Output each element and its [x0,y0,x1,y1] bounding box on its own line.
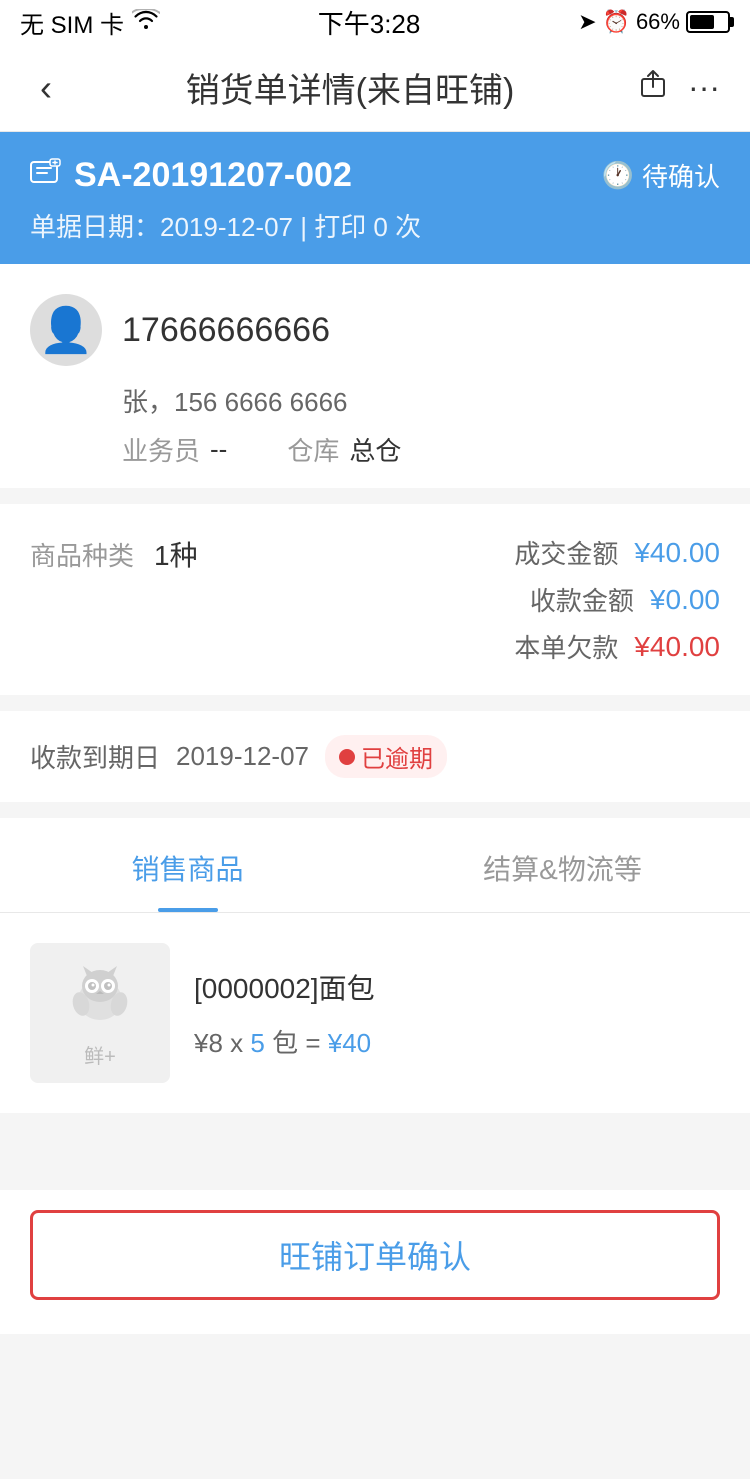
confirm-order-button[interactable]: 旺铺订单确认 [30,1210,720,1300]
share-button[interactable] [638,69,668,107]
nav-bar: ‹ 销货单详情(来自旺铺) ··· [0,44,750,132]
product-price: ¥8 x 5 包 = ¥40 [194,1023,720,1060]
order-banner: SA-20191207-002 🕐 待确认 单据日期：2019-12-07 | … [0,132,750,264]
product-info: [0000002]面包 ¥8 x 5 包 = ¥40 [194,967,720,1060]
tabs: 销售商品 结算&物流等 [0,818,750,913]
status-time: 下午3:28 [318,4,421,41]
product-item: 鲜+ [0000002]面包 ¥8 x 5 包 = ¥40 [0,913,750,1113]
salesman-value: -- [210,434,227,465]
due-date-label: 收款到期日 [30,738,160,775]
arrears-value: ¥40.00 [634,631,720,663]
product-unit: 包 [272,1028,298,1058]
warehouse-value: 总仓 [349,431,401,468]
amount-row: 成交金额 ¥40.00 [514,534,720,571]
amount-value: ¥40.00 [634,537,720,569]
product-type-value: 1种 [154,534,198,574]
warehouse-label: 仓库 [287,431,339,468]
battery-icon [686,11,730,33]
status-clock-icon: 🕐 [602,160,634,191]
status-left: 无 SIM 卡 [20,5,160,40]
amount-label: 成交金额 [514,534,618,571]
customer-section: 👤 17666666666 张，156 6666 6666 业务员 -- 仓库 … [0,264,750,488]
overdue-dot-icon [339,749,355,765]
product-total: ¥40 [328,1028,371,1058]
alarm-icon: ⏰ [603,9,630,35]
order-id: SA-20191207-002 [30,156,352,195]
product-image: 鲜+ [30,943,170,1083]
product-name: [0000002]面包 [194,967,720,1007]
page-title: 销货单详情(来自旺铺) [186,63,515,112]
product-quantity: 5 [250,1028,264,1058]
tab-settlement[interactable]: 结算&物流等 [375,818,750,912]
arrears-label: 本单欠款 [514,628,618,665]
more-button[interactable]: ··· [688,69,720,106]
overdue-badge: 已逾期 [325,735,447,778]
order-summary: 商品种类 1种 成交金额 ¥40.00 收款金额 ¥0.00 本单欠款 ¥40.… [0,504,750,695]
customer-name: 张，156 6666 6666 [30,382,720,419]
product-type-label: 商品种类 [30,536,134,573]
warehouse-field: 仓库 总仓 [287,431,401,468]
product-owl-icon [65,958,135,1040]
order-status: 🕐 待确认 [602,157,720,194]
battery-label: 66% [636,9,680,35]
status-right: ➤ ⏰ 66% [578,9,730,35]
unit-price: ¥8 [194,1028,223,1058]
salesman-field: 业务员 -- [122,431,227,468]
product-brand-label: 鲜+ [84,1040,116,1069]
avatar-icon: 👤 [39,304,94,356]
status-bar: 无 SIM 卡 下午3:28 ➤ ⏰ 66% [0,0,750,44]
received-label: 收款金额 [530,581,634,618]
carrier-label: 无 SIM 卡 [20,5,124,40]
back-button[interactable]: ‹ [30,57,62,119]
order-id-icon [30,156,62,195]
due-date-section: 收款到期日 2019-12-07 已逾期 [0,711,750,802]
arrears-row: 本单欠款 ¥40.00 [514,628,720,665]
customer-phone: 17666666666 [122,311,330,350]
nav-actions: ··· [638,69,720,107]
location-icon: ➤ [578,9,596,35]
avatar: 👤 [30,294,102,366]
order-date: 单据日期：2019-12-07 | 打印 0 次 [30,207,720,244]
due-date-value: 2019-12-07 [176,741,309,772]
bottom-bar: 旺铺订单确认 [0,1190,750,1334]
received-row: 收款金额 ¥0.00 [530,581,720,618]
received-value: ¥0.00 [650,584,720,616]
salesman-label: 业务员 [122,431,200,468]
wifi-icon [132,8,160,36]
tab-sales-goods[interactable]: 销售商品 [0,818,375,912]
